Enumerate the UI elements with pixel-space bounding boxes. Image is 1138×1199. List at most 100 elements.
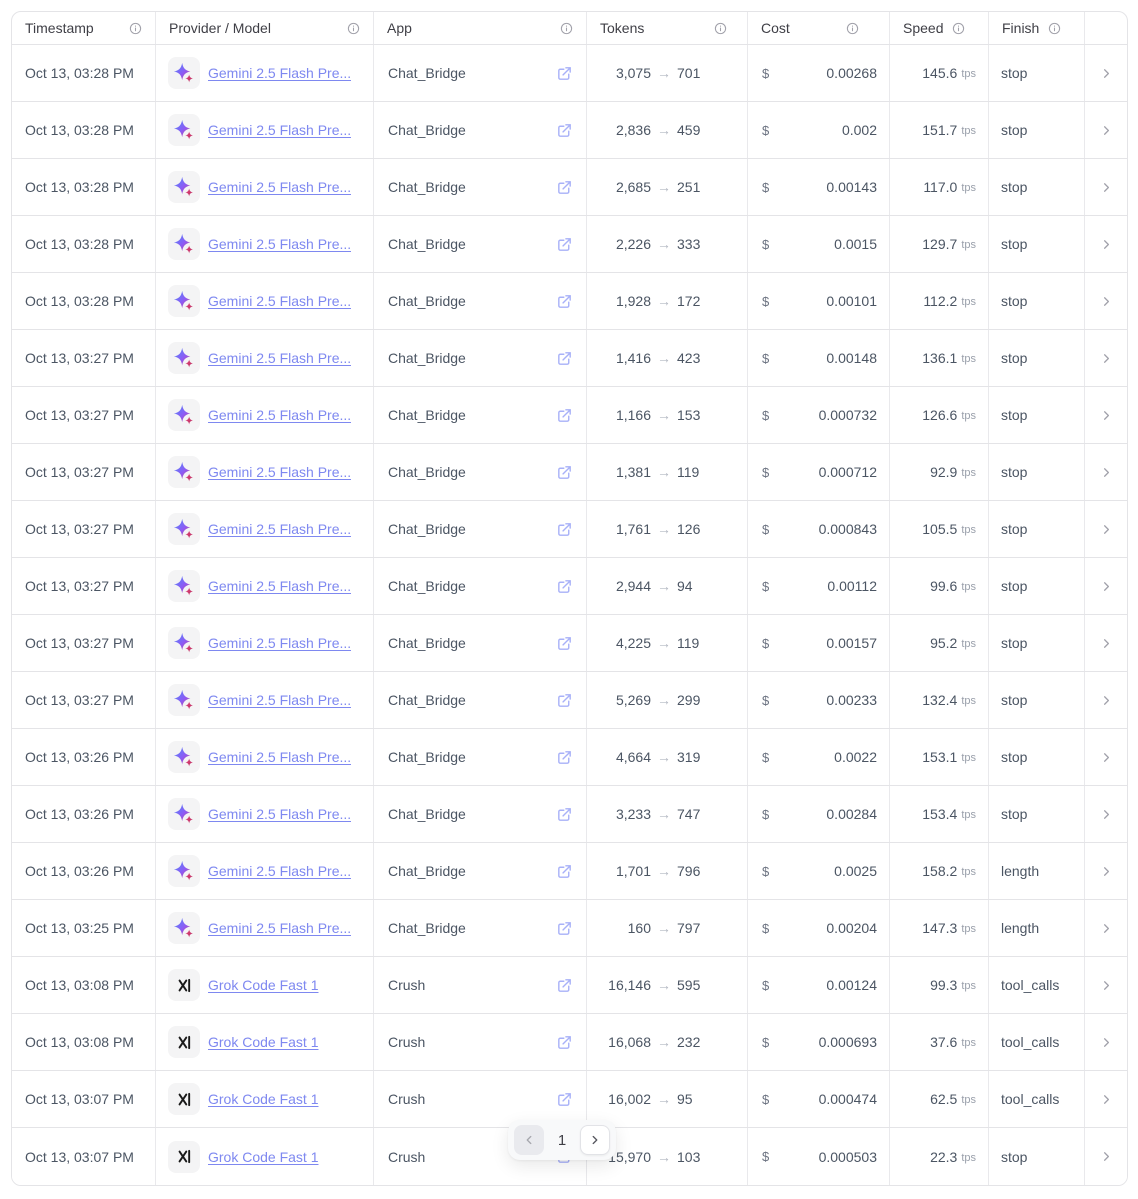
external-link-icon[interactable]	[556, 350, 573, 367]
info-icon[interactable]	[714, 22, 727, 35]
row-expand-button[interactable]	[1085, 1071, 1127, 1127]
table-row[interactable]: Oct 13, 03:27 PM Gemini 2.5 Flash Pre...…	[12, 672, 1127, 729]
row-expand-button[interactable]	[1085, 1128, 1127, 1185]
info-icon[interactable]	[347, 22, 360, 35]
info-icon[interactable]	[1048, 22, 1061, 35]
external-link-icon[interactable]	[556, 692, 573, 709]
table-row[interactable]: Oct 13, 03:27 PM Gemini 2.5 Flash Pre...…	[12, 501, 1127, 558]
row-expand-button[interactable]	[1085, 615, 1127, 671]
model-link[interactable]: Gemini 2.5 Flash Pre...	[208, 521, 351, 537]
model-link[interactable]: Gemini 2.5 Flash Pre...	[208, 863, 351, 879]
model-link[interactable]: Gemini 2.5 Flash Pre...	[208, 293, 351, 309]
model-link[interactable]: Gemini 2.5 Flash Pre...	[208, 65, 351, 81]
table-row[interactable]: Oct 13, 03:28 PM Gemini 2.5 Flash Pre...…	[12, 273, 1127, 330]
external-link-icon[interactable]	[556, 635, 573, 652]
column-header-app[interactable]: App	[374, 12, 587, 44]
external-link-icon[interactable]	[556, 236, 573, 253]
external-link-icon[interactable]	[556, 1091, 573, 1108]
cost-cell: $ 0.00148	[748, 330, 890, 386]
info-icon[interactable]	[560, 22, 573, 35]
row-expand-button[interactable]	[1085, 444, 1127, 500]
model-link[interactable]: Gemini 2.5 Flash Pre...	[208, 692, 351, 708]
cost-cell: $ 0.00268	[748, 45, 890, 101]
row-expand-button[interactable]	[1085, 786, 1127, 842]
row-expand-button[interactable]	[1085, 729, 1127, 785]
column-header-finish[interactable]: Finish	[989, 12, 1085, 44]
model-link[interactable]: Gemini 2.5 Flash Pre...	[208, 350, 351, 366]
next-page-button[interactable]	[580, 1125, 610, 1155]
table-row[interactable]: Oct 13, 03:26 PM Gemini 2.5 Flash Pre...…	[12, 843, 1127, 900]
table-row[interactable]: Oct 13, 03:27 PM Gemini 2.5 Flash Pre...…	[12, 558, 1127, 615]
model-link[interactable]: Gemini 2.5 Flash Pre...	[208, 236, 351, 252]
model-link[interactable]: Grok Code Fast 1	[208, 977, 319, 993]
table-row[interactable]: Oct 13, 03:28 PM Gemini 2.5 Flash Pre...…	[12, 102, 1127, 159]
row-expand-button[interactable]	[1085, 900, 1127, 956]
table-row[interactable]: Oct 13, 03:08 PM Grok Code Fast 1 Crush …	[12, 1014, 1127, 1071]
table-row[interactable]: Oct 13, 03:25 PM Gemini 2.5 Flash Pre...…	[12, 900, 1127, 957]
model-link[interactable]: Gemini 2.5 Flash Pre...	[208, 578, 351, 594]
model-link[interactable]: Gemini 2.5 Flash Pre...	[208, 635, 351, 651]
arrow-right-icon: →	[657, 236, 671, 252]
external-link-icon[interactable]	[556, 749, 573, 766]
table-row[interactable]: Oct 13, 03:27 PM Gemini 2.5 Flash Pre...…	[12, 444, 1127, 501]
row-expand-button[interactable]	[1085, 102, 1127, 158]
table-row[interactable]: Oct 13, 03:27 PM Gemini 2.5 Flash Pre...…	[12, 615, 1127, 672]
info-icon[interactable]	[129, 22, 142, 35]
model-link[interactable]: Gemini 2.5 Flash Pre...	[208, 179, 351, 195]
app-cell: Chat_Bridge	[374, 672, 587, 728]
table-row[interactable]: Oct 13, 03:26 PM Gemini 2.5 Flash Pre...…	[12, 786, 1127, 843]
table-row[interactable]: Oct 13, 03:28 PM Gemini 2.5 Flash Pre...…	[12, 159, 1127, 216]
external-link-icon[interactable]	[556, 1034, 573, 1051]
external-link-icon[interactable]	[556, 863, 573, 880]
cost-cell: $ 0.00101	[748, 273, 890, 329]
external-link-icon[interactable]	[556, 179, 573, 196]
row-expand-button[interactable]	[1085, 672, 1127, 728]
table-row[interactable]: Oct 13, 03:27 PM Gemini 2.5 Flash Pre...…	[12, 387, 1127, 444]
row-expand-button[interactable]	[1085, 45, 1127, 101]
model-link[interactable]: Gemini 2.5 Flash Pre...	[208, 749, 351, 765]
column-header-tokens[interactable]: Tokens	[587, 12, 748, 44]
table-row[interactable]: Oct 13, 03:26 PM Gemini 2.5 Flash Pre...…	[12, 729, 1127, 786]
column-header-speed[interactable]: Speed	[890, 12, 989, 44]
row-expand-button[interactable]	[1085, 273, 1127, 329]
row-expand-button[interactable]	[1085, 501, 1127, 557]
previous-page-button[interactable]	[514, 1125, 544, 1155]
row-expand-button[interactable]	[1085, 558, 1127, 614]
external-link-icon[interactable]	[556, 521, 573, 538]
external-link-icon[interactable]	[556, 920, 573, 937]
external-link-icon[interactable]	[556, 578, 573, 595]
row-expand-button[interactable]	[1085, 387, 1127, 443]
table-row[interactable]: Oct 13, 03:28 PM Gemini 2.5 Flash Pre...…	[12, 45, 1127, 102]
model-link[interactable]: Gemini 2.5 Flash Pre...	[208, 920, 351, 936]
table-row[interactable]: Oct 13, 03:27 PM Gemini 2.5 Flash Pre...…	[12, 330, 1127, 387]
external-link-icon[interactable]	[556, 65, 573, 82]
column-header-timestamp[interactable]: Timestamp	[12, 12, 156, 44]
info-icon[interactable]	[952, 22, 965, 35]
external-link-icon[interactable]	[556, 293, 573, 310]
row-expand-button[interactable]	[1085, 159, 1127, 215]
external-link-icon[interactable]	[556, 464, 573, 481]
model-link[interactable]: Grok Code Fast 1	[208, 1091, 319, 1107]
row-expand-button[interactable]	[1085, 957, 1127, 1013]
tokens-output: 126	[677, 521, 701, 537]
table-row[interactable]: Oct 13, 03:28 PM Gemini 2.5 Flash Pre...…	[12, 216, 1127, 273]
row-expand-button[interactable]	[1085, 1014, 1127, 1070]
model-link[interactable]: Grok Code Fast 1	[208, 1149, 319, 1165]
row-expand-button[interactable]	[1085, 330, 1127, 386]
external-link-icon[interactable]	[556, 407, 573, 424]
table-row[interactable]: Oct 13, 03:08 PM Grok Code Fast 1 Crush …	[12, 957, 1127, 1014]
external-link-icon[interactable]	[556, 806, 573, 823]
row-expand-button[interactable]	[1085, 843, 1127, 899]
model-link[interactable]: Gemini 2.5 Flash Pre...	[208, 464, 351, 480]
model-link[interactable]: Gemini 2.5 Flash Pre...	[208, 407, 351, 423]
external-link-icon[interactable]	[556, 122, 573, 139]
gemini-icon	[173, 290, 195, 312]
row-expand-button[interactable]	[1085, 216, 1127, 272]
external-link-icon[interactable]	[556, 977, 573, 994]
info-icon[interactable]	[846, 22, 859, 35]
column-header-provider-model[interactable]: Provider / Model	[156, 12, 374, 44]
model-link[interactable]: Gemini 2.5 Flash Pre...	[208, 806, 351, 822]
model-link[interactable]: Gemini 2.5 Flash Pre...	[208, 122, 351, 138]
model-link[interactable]: Grok Code Fast 1	[208, 1034, 319, 1050]
column-header-cost[interactable]: Cost	[748, 12, 890, 44]
